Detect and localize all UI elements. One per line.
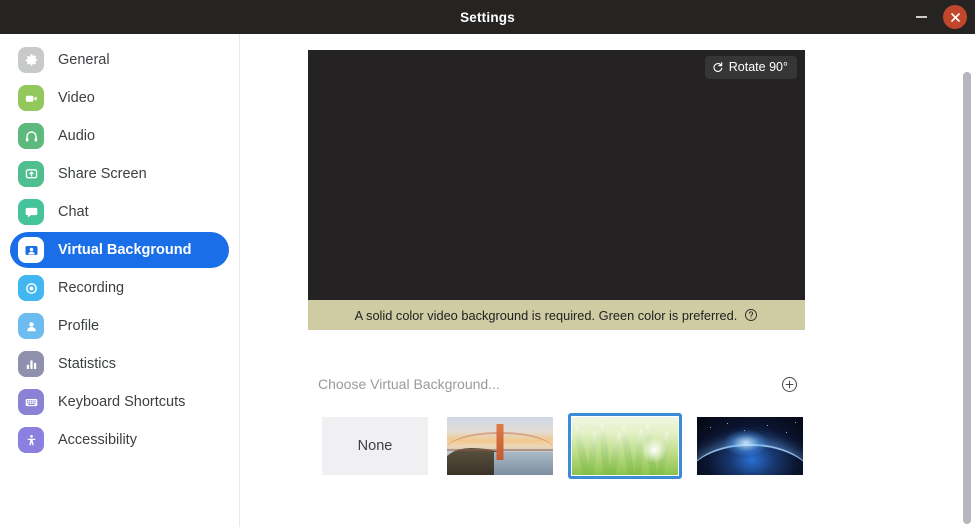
sidebar-item-label: Accessibility [58, 432, 137, 448]
scrollbar-track[interactable] [961, 34, 975, 527]
sidebar-item-label: Statistics [58, 356, 117, 372]
scrollbar-thumb[interactable] [963, 72, 971, 524]
sidebar-item-virtual-background[interactable]: Virtual Background [10, 232, 229, 268]
main-content: Rotate 90° A solid color video backgroun… [241, 34, 975, 527]
close-button[interactable] [943, 5, 967, 29]
warning-bar: A solid color video background is requir… [308, 300, 805, 330]
sidebar-item-label: Chat [58, 204, 89, 220]
background-thumbnail-bridge[interactable] [443, 413, 557, 479]
title-bar: Settings [0, 0, 975, 34]
rotate-90-button[interactable]: Rotate 90° [704, 56, 797, 79]
background-thumbnail-grass[interactable] [568, 413, 682, 479]
video-preview: Rotate 90° [308, 50, 805, 300]
plus-circle-icon[interactable] [781, 376, 798, 393]
sidebar-item-statistics[interactable]: Statistics [10, 346, 229, 382]
sidebar-item-share-screen[interactable]: Share Screen [10, 156, 229, 192]
person-icon [18, 313, 44, 339]
headphones-icon [18, 123, 44, 149]
person-card-icon [18, 237, 44, 263]
question-circle-icon[interactable] [744, 308, 758, 322]
sidebar-item-chat[interactable]: Chat [10, 194, 229, 230]
record-circle-icon [18, 275, 44, 301]
sidebar-item-video[interactable]: Video [10, 80, 229, 116]
share-screen-icon [18, 161, 44, 187]
close-icon [950, 12, 960, 22]
accessibility-icon [18, 427, 44, 453]
sidebar: General Video Audio Share Screen Chat Vi… [0, 34, 240, 527]
sidebar-item-recording[interactable]: Recording [10, 270, 229, 306]
choose-background-label: Choose Virtual Background... [318, 376, 500, 392]
sidebar-item-label: Virtual Background [58, 242, 192, 258]
choose-background-row: Choose Virtual Background... [318, 372, 798, 396]
minimize-button[interactable] [909, 5, 933, 29]
rotate-icon [713, 62, 723, 72]
sidebar-item-accessibility[interactable]: Accessibility [10, 422, 229, 458]
sidebar-item-audio[interactable]: Audio [10, 118, 229, 154]
video-camera-icon [18, 85, 44, 111]
sidebar-item-general[interactable]: General [10, 42, 229, 78]
warning-text: A solid color video background is requir… [354, 307, 738, 323]
sidebar-item-label: Video [58, 90, 95, 106]
rotate-90-label: Rotate 90° [728, 60, 788, 74]
background-thumbnail-label: None [357, 438, 393, 454]
chat-bubble-icon [18, 199, 44, 225]
sidebar-item-label: General [58, 52, 110, 68]
window-controls [909, 0, 967, 34]
window-title: Settings [460, 9, 515, 25]
bar-chart-icon [18, 351, 44, 377]
sidebar-item-keyboard-shortcuts[interactable]: Keyboard Shortcuts [10, 384, 229, 420]
sidebar-item-label: Recording [58, 280, 125, 296]
settings-window: Settings General Video Audio Share Scree… [0, 0, 975, 527]
sidebar-item-label: Audio [58, 128, 96, 144]
background-thumbnail-list: None [318, 413, 807, 479]
sidebar-item-profile[interactable]: Profile [10, 308, 229, 344]
video-preview-section: Rotate 90° A solid color video backgroun… [308, 50, 805, 330]
sidebar-item-label: Share Screen [58, 166, 147, 182]
minimize-icon [915, 16, 927, 18]
sidebar-item-label: Profile [58, 318, 100, 334]
background-thumbnail-none[interactable]: None [318, 413, 432, 479]
gear-icon [18, 47, 44, 73]
sidebar-item-label: Keyboard Shortcuts [58, 394, 186, 410]
keyboard-icon [18, 389, 44, 415]
background-thumbnail-space[interactable] [693, 413, 807, 479]
